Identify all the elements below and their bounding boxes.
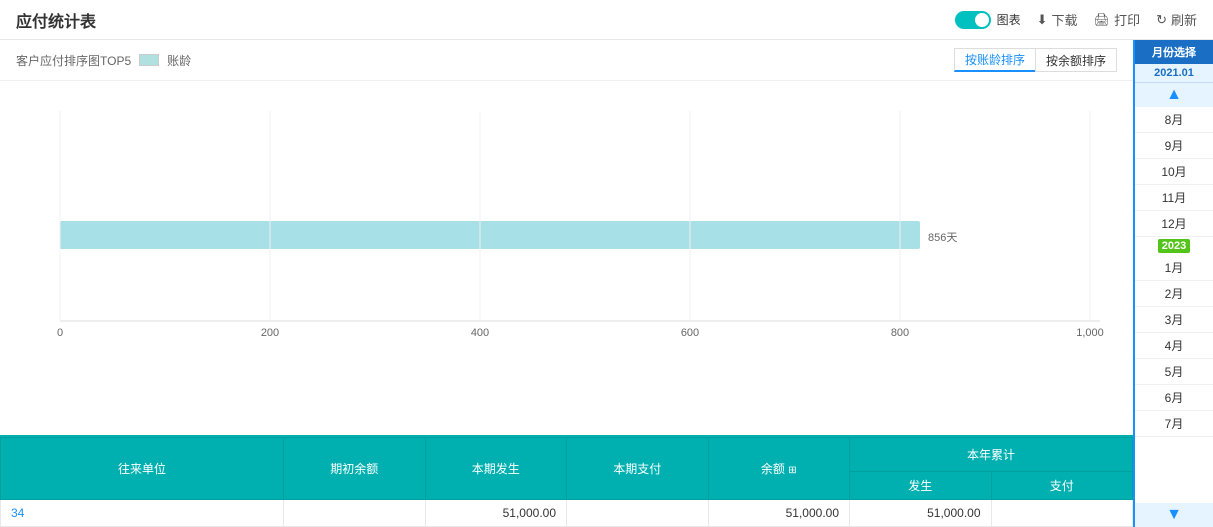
sidebar-month-5[interactable]: 5月: [1135, 359, 1213, 385]
sidebar-month-12[interactable]: 12月: [1135, 211, 1213, 237]
chart-legend: 客户应付排序图TOP5 账龄: [16, 52, 191, 69]
download-button[interactable]: ⬇ 下载: [1037, 10, 1078, 29]
table-row: 34 51,000.00 51,000.00 51,000.00: [1, 500, 1133, 527]
refresh-icon: ↻: [1156, 12, 1167, 28]
refresh-button[interactable]: ↻ 刷新: [1156, 10, 1197, 29]
sidebar-month-9[interactable]: 9月: [1135, 133, 1213, 159]
svg-text:856天: 856天: [928, 232, 957, 244]
cell-opening: [284, 500, 426, 527]
chart-svg: 34 856天 0 200 400 600 800 1,000: [50, 91, 1113, 361]
refresh-label: 刷新: [1171, 10, 1197, 29]
cell-pay: [567, 500, 709, 527]
chart-viz: 34 856天 0 200 400 600 800 1,000: [0, 81, 1133, 435]
app-container: 应付统计表 图表 ⬇ 下载 🖨 打印 ↻ 刷新: [0, 0, 1213, 527]
header: 应付统计表 图表 ⬇ 下载 🖨 打印 ↻ 刷新: [0, 0, 1213, 40]
cell-year-pay: [991, 500, 1133, 527]
svg-text:1,000: 1,000: [1076, 327, 1104, 339]
svg-text:0: 0: [57, 327, 63, 339]
legend-color-box: [139, 54, 159, 66]
sort-buttons: 按账龄排序 按余额排序: [954, 48, 1117, 72]
download-icon: ⬇: [1037, 12, 1048, 28]
svg-text:400: 400: [471, 327, 489, 339]
sidebar-scroll-down-button[interactable]: ▼: [1135, 503, 1213, 527]
main-content: 客户应付排序图TOP5 账龄 按账龄排序 按余额排序 34: [0, 40, 1213, 527]
sidebar-month-11[interactable]: 11月: [1135, 185, 1213, 211]
col-opening-header: 期初余额: [284, 438, 426, 500]
header-actions: 图表 ⬇ 下载 🖨 打印 ↻ 刷新: [955, 10, 1197, 29]
chart-toggle[interactable]: [955, 11, 991, 29]
sidebar-month-8[interactable]: 8月: [1135, 107, 1213, 133]
balance-icon: ⊞: [788, 465, 796, 476]
svg-text:800: 800: [891, 327, 909, 339]
table-header-row: 往来单位 期初余额 本期发生 本期支付 余额 ⊞ 本年累计: [1, 438, 1133, 472]
col-balance-header: 余额 ⊞: [708, 438, 850, 500]
sidebar-scroll-up-button[interactable]: ▲: [1135, 83, 1213, 107]
sidebar-month-6[interactable]: 6月: [1135, 385, 1213, 411]
chart-toggle-label: 图表: [997, 11, 1021, 28]
app-title: 应付统计表: [16, 8, 96, 32]
col-year-total-header: 本年累计: [850, 438, 1133, 472]
sidebar-header-text: 月份选择: [1152, 47, 1196, 59]
sidebar-month-2[interactable]: 2月: [1135, 281, 1213, 307]
sort-by-balance-button[interactable]: 按账龄排序: [954, 48, 1035, 72]
col-unit-header: 往来单位: [1, 438, 284, 500]
print-icon: 🖨: [1094, 12, 1111, 28]
sidebar-month-7[interactable]: 7月: [1135, 411, 1213, 437]
legend-label: 账龄: [167, 52, 191, 69]
year-badge: 2023: [1158, 239, 1190, 253]
print-label: 打印: [1114, 10, 1140, 29]
cell-unit: 34: [1, 500, 284, 527]
sidebar-current-display: 2021.01: [1135, 64, 1213, 83]
chart-legend-title: 客户应付排序图TOP5: [16, 52, 131, 69]
left-panel: 客户应付排序图TOP5 账龄 按账龄排序 按余额排序 34: [0, 40, 1133, 527]
cell-year-occur: 51,000.00: [850, 500, 992, 527]
sidebar-month-3[interactable]: 3月: [1135, 307, 1213, 333]
right-sidebar: 月份选择 2021.01 ▲ 8月 9月 10月 11月 12月 2023 1月…: [1133, 40, 1213, 527]
col-year-pay-header: 支付: [991, 472, 1133, 500]
col-occur-header: 本期发生: [425, 438, 567, 500]
col-pay-header: 本期支付: [567, 438, 709, 500]
table-section: 往来单位 期初余额 本期发生 本期支付 余额 ⊞ 本年累计 发生: [0, 435, 1133, 527]
chart-section: 客户应付排序图TOP5 账龄 按账龄排序 按余额排序 34: [0, 40, 1133, 435]
unit-link[interactable]: 34: [11, 506, 24, 520]
sidebar-month-list: 8月 9月 10月 11月 12月 2023 1月 2月 3月 4月 5月 6月…: [1135, 107, 1213, 503]
data-table: 往来单位 期初余额 本期发生 本期支付 余额 ⊞ 本年累计 发生: [0, 437, 1133, 527]
sidebar-header-label: 月份选择: [1135, 40, 1213, 64]
svg-text:200: 200: [261, 327, 279, 339]
print-button[interactable]: 🖨 打印: [1094, 10, 1141, 29]
sidebar-month-4[interactable]: 4月: [1135, 333, 1213, 359]
svg-text:600: 600: [681, 327, 699, 339]
col-year-occur-header: 发生: [850, 472, 992, 500]
cell-occur: 51,000.00: [425, 500, 567, 527]
cell-balance: 51,000.00: [708, 500, 850, 527]
balance-label: 余额: [761, 462, 785, 476]
sidebar-month-1[interactable]: 1月: [1135, 255, 1213, 281]
chart-header: 客户应付排序图TOP5 账龄 按账龄排序 按余额排序: [0, 40, 1133, 81]
download-label: 下载: [1052, 10, 1078, 29]
chart-toggle-wrap[interactable]: 图表: [955, 11, 1021, 29]
sidebar-month-10[interactable]: 10月: [1135, 159, 1213, 185]
year-badge-row: 2023: [1135, 237, 1213, 255]
sort-by-amount-button[interactable]: 按余额排序: [1035, 48, 1117, 72]
